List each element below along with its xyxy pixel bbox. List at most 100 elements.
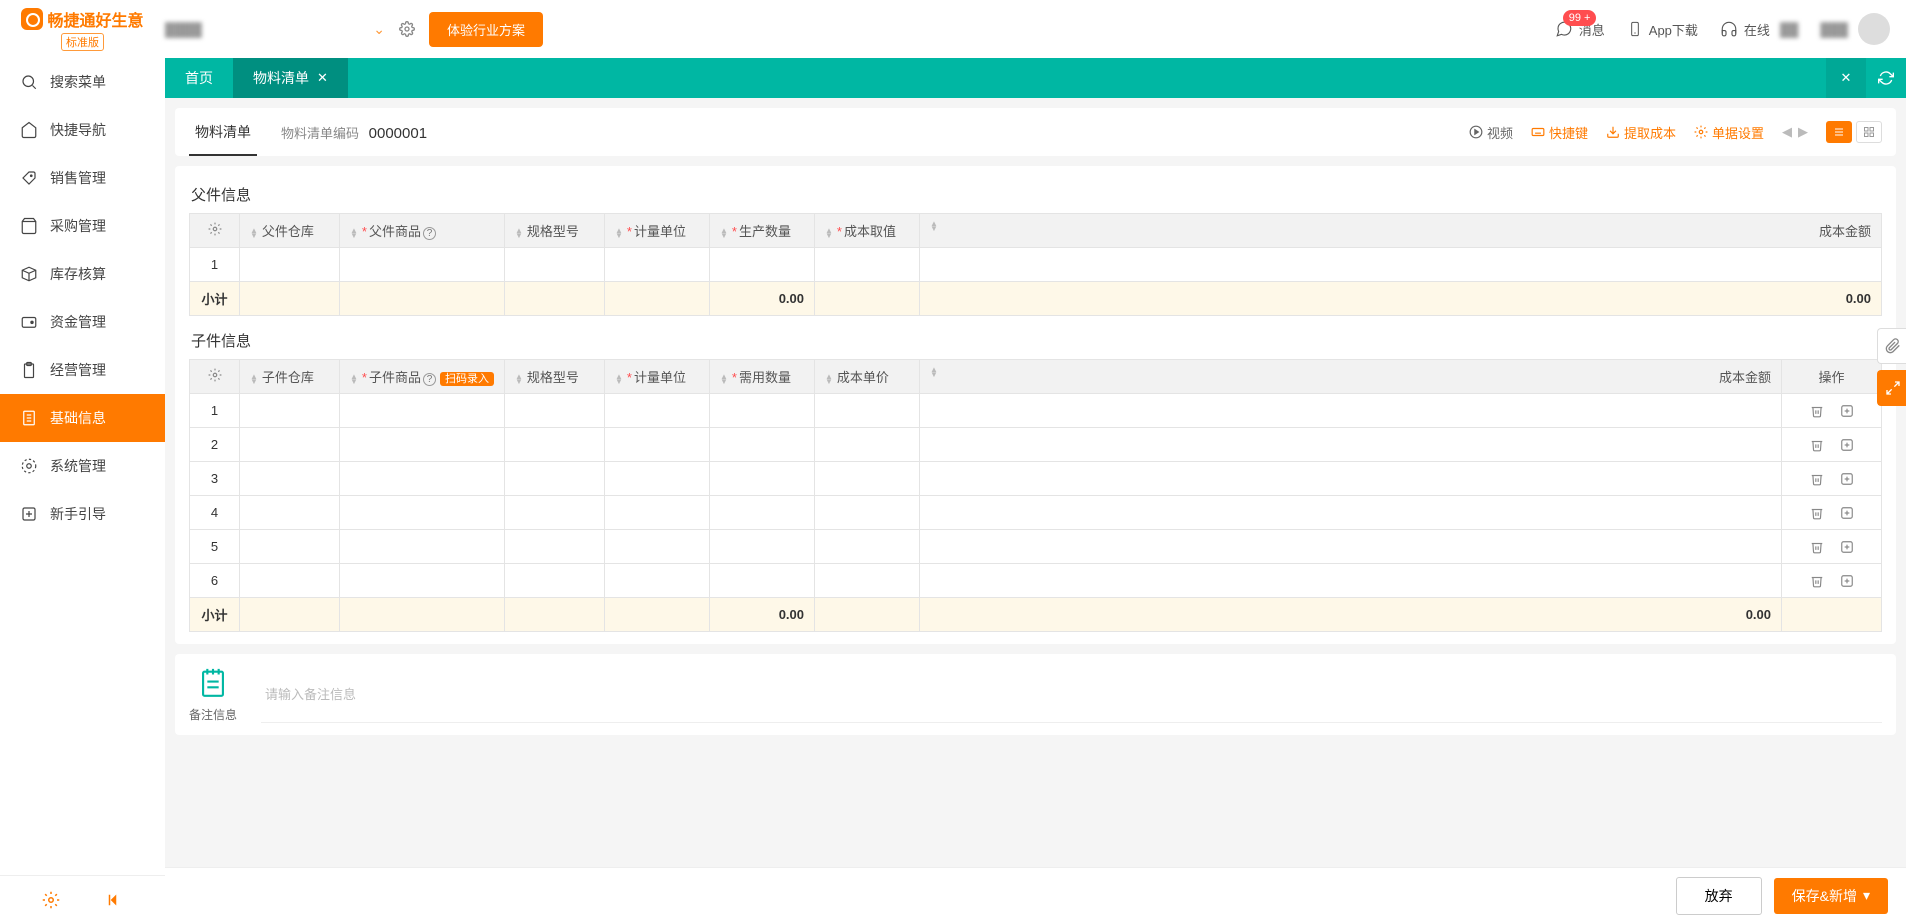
column-settings-icon[interactable] <box>208 222 222 236</box>
sidebar-item-4[interactable]: 库存核算 <box>0 250 165 298</box>
scan-input-button[interactable]: 扫码录入 <box>440 372 494 386</box>
delete-row-icon[interactable] <box>1810 540 1824 554</box>
discard-button[interactable]: 放弃 <box>1676 877 1762 915</box>
list-view-button[interactable] <box>1826 121 1852 143</box>
sidebar-item-label: 基础信息 <box>50 408 106 428</box>
close-all-tabs-button[interactable]: ✕ <box>1826 58 1866 98</box>
chevron-down-icon: ▾ <box>1863 887 1870 904</box>
delete-row-icon[interactable] <box>1810 438 1824 452</box>
col-child-spec[interactable]: ▲▼规格型号 <box>505 360 605 394</box>
attachment-tab[interactable] <box>1877 328 1906 364</box>
doc-settings-link[interactable]: 单据设置 <box>1694 123 1764 142</box>
child-table: ▲▼子件仓库 ▲▼*子件商品?扫码录入 ▲▼规格型号 ▲▼*计量单位 ▲▼*需用… <box>189 359 1882 632</box>
doc-nav: ◀ ▶ <box>1782 124 1808 140</box>
headset-icon <box>1720 20 1738 38</box>
chevron-down-icon: ⌄ <box>373 21 385 38</box>
sidebar-item-0[interactable]: 搜索菜单 <box>0 58 165 106</box>
card-view-button[interactable] <box>1856 121 1882 143</box>
video-link[interactable]: 视频 <box>1469 123 1513 142</box>
col-child-warehouse[interactable]: ▲▼子件仓库 <box>240 360 340 394</box>
sidebar-item-5[interactable]: 资金管理 <box>0 298 165 346</box>
grid-icon <box>1862 126 1876 138</box>
online-support-button[interactable]: 在线 ██ <box>1720 20 1798 39</box>
user-menu[interactable]: ███ <box>1820 13 1890 45</box>
inner-tab-bom[interactable]: 物料清单 <box>189 118 257 146</box>
add-row-icon[interactable] <box>1840 506 1854 520</box>
extract-cost-link[interactable]: 提取成本 <box>1606 123 1676 142</box>
col-parent-cost-amount[interactable]: ▲▼成本金额 <box>920 214 1882 248</box>
col-parent-spec[interactable]: ▲▼规格型号 <box>505 214 605 248</box>
help-icon[interactable]: ? <box>423 227 436 240</box>
table-row[interactable]: 2 <box>190 428 1882 462</box>
col-child-qty[interactable]: ▲▼*需用数量 <box>710 360 815 394</box>
sidebar-item-8[interactable]: 系统管理 <box>0 442 165 490</box>
col-parent-qty[interactable]: ▲▼*生产数量 <box>710 214 815 248</box>
sidebar-item-label: 库存核算 <box>50 264 106 284</box>
trial-button[interactable]: 体验行业方案 <box>429 12 543 47</box>
table-row[interactable]: 1 <box>190 394 1882 428</box>
paperclip-icon <box>1885 338 1901 354</box>
list-icon <box>1832 126 1846 138</box>
tabbar: 首页 物料清单 ✕ ✕ <box>165 58 1906 98</box>
header-gear-icon[interactable] <box>399 21 415 37</box>
refresh-icon <box>1878 70 1894 86</box>
prev-doc-button[interactable]: ◀ <box>1782 124 1792 140</box>
sidebar-item-6[interactable]: 经营管理 <box>0 346 165 394</box>
col-parent-warehouse[interactable]: ▲▼父件仓库 <box>240 214 340 248</box>
column-settings-icon[interactable] <box>208 368 222 382</box>
table-row[interactable]: 3 <box>190 462 1882 496</box>
shortcut-link[interactable]: 快捷键 <box>1531 123 1588 142</box>
add-row-icon[interactable] <box>1840 404 1854 418</box>
app-download-button[interactable]: App下载 <box>1627 20 1698 39</box>
sidebar-item-1[interactable]: 快捷导航 <box>0 106 165 154</box>
tab-bom[interactable]: 物料清单 ✕ <box>233 58 348 98</box>
save-new-button[interactable]: 保存&新增 ▾ <box>1774 878 1888 914</box>
delete-row-icon[interactable] <box>1810 574 1824 588</box>
table-row[interactable]: 4 <box>190 496 1882 530</box>
parent-subtotal-row: 小计 0.00 0.00 <box>190 282 1882 316</box>
help-icon[interactable]: ? <box>423 373 436 386</box>
expand-icon <box>1885 380 1901 396</box>
delete-row-icon[interactable] <box>1810 404 1824 418</box>
collapse-sidebar-icon[interactable] <box>105 891 123 909</box>
delete-row-icon[interactable] <box>1810 472 1824 486</box>
sidebar-item-label: 销售管理 <box>50 168 106 188</box>
child-section-title: 子件信息 <box>191 330 1882 351</box>
next-doc-button[interactable]: ▶ <box>1798 124 1808 140</box>
add-row-icon[interactable] <box>1840 540 1854 554</box>
delete-row-icon[interactable] <box>1810 506 1824 520</box>
avatar <box>1858 13 1890 45</box>
col-parent-uom[interactable]: ▲▼*计量单位 <box>605 214 710 248</box>
table-row[interactable]: 6 <box>190 564 1882 598</box>
col-child-product[interactable]: ▲▼*子件商品?扫码录入 <box>340 360 505 394</box>
sidebar-item-7[interactable]: 基础信息 <box>0 394 165 442</box>
col-child-uom[interactable]: ▲▼*计量单位 <box>605 360 710 394</box>
tab-home[interactable]: 首页 <box>165 58 233 98</box>
close-icon[interactable]: ✕ <box>317 70 328 86</box>
sidebar-item-9[interactable]: 新手引导 <box>0 490 165 538</box>
sidebar-item-2[interactable]: 销售管理 <box>0 154 165 202</box>
sidebar-item-label: 系统管理 <box>50 456 106 476</box>
messages-button[interactable]: 99 + 消息 <box>1555 20 1605 39</box>
org-selector[interactable]: ████ ⌄ <box>165 21 385 38</box>
table-row[interactable]: 5 <box>190 530 1882 564</box>
col-parent-cost-method[interactable]: ▲▼*成本取值 <box>815 214 920 248</box>
col-child-unit-cost[interactable]: ▲▼成本单价 <box>815 360 920 394</box>
table-row[interactable]: 1 <box>190 248 1882 282</box>
setting-icon <box>20 457 38 475</box>
refresh-button[interactable] <box>1866 58 1906 98</box>
messages-badge: 99 + <box>1563 10 1597 26</box>
remarks-panel: 备注信息 <box>175 654 1896 735</box>
col-child-cost-amount[interactable]: ▲▼成本金额 <box>920 360 1782 394</box>
brand-name: 畅捷通好生意 <box>21 7 143 31</box>
add-row-icon[interactable] <box>1840 574 1854 588</box>
sidebar-item-3[interactable]: 采购管理 <box>0 202 165 250</box>
doc-code-label: 物料清单编码 <box>281 126 359 141</box>
expand-tab[interactable] <box>1877 370 1906 406</box>
col-parent-product[interactable]: ▲▼*父件商品? <box>340 214 505 248</box>
wallet-icon <box>20 313 38 331</box>
add-row-icon[interactable] <box>1840 472 1854 486</box>
add-row-icon[interactable] <box>1840 438 1854 452</box>
remarks-input[interactable] <box>261 666 1882 723</box>
settings-icon[interactable] <box>42 891 60 909</box>
